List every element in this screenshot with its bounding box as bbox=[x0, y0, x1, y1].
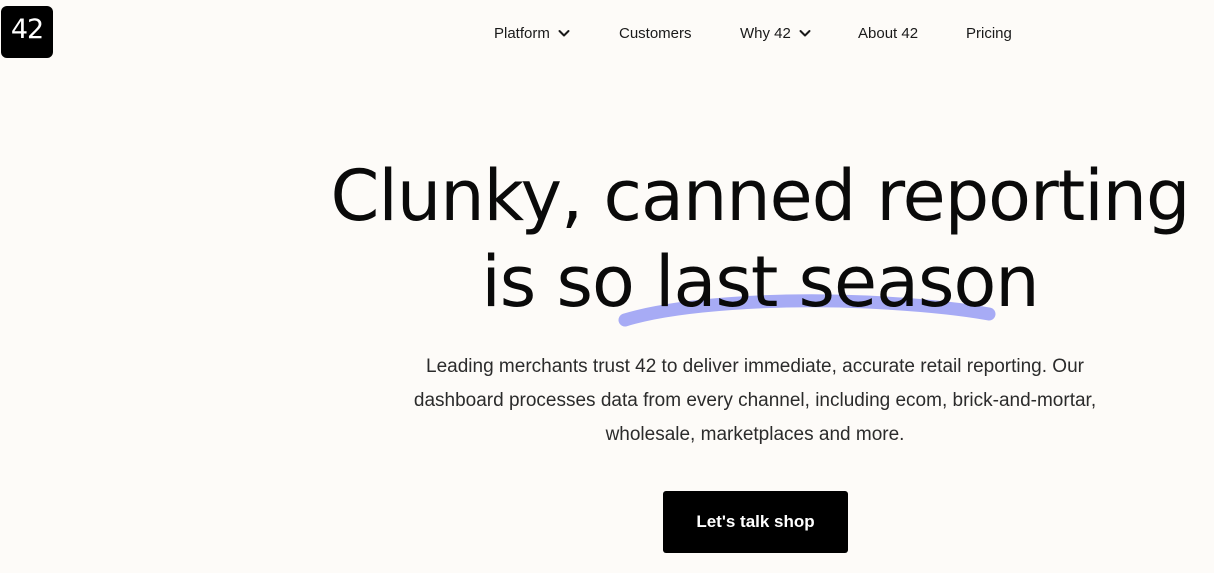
nav-item-label: About 42 bbox=[858, 24, 919, 42]
chevron-down-icon bbox=[798, 26, 812, 40]
hero-headline: Clunky, canned reporting is so last seas… bbox=[220, 153, 1214, 325]
headline-line-1: Clunky, canned reporting bbox=[330, 155, 1191, 237]
chevron-down-icon bbox=[557, 26, 571, 40]
nav-item-platform[interactable]: Platform bbox=[494, 22, 571, 44]
nav-item-label: Customers bbox=[619, 24, 692, 42]
nav-item-label: Why 42 bbox=[740, 24, 791, 42]
brand-logo[interactable]: 42 bbox=[1, 6, 53, 58]
lets-talk-shop-button[interactable]: Let's talk shop bbox=[663, 491, 848, 553]
headline-line-2: is so last season bbox=[481, 241, 1039, 323]
nav-item-label: Pricing bbox=[966, 24, 1012, 42]
logo-text: 42 bbox=[10, 13, 44, 45]
nav-item-customers[interactable]: Customers bbox=[619, 22, 692, 44]
nav-item-about-42[interactable]: About 42 bbox=[858, 22, 918, 44]
hero-subtext: Leading merchants trust 42 to deliver im… bbox=[413, 356, 1097, 445]
nav-item-label: Platform bbox=[494, 24, 550, 42]
nav-item-why-42[interactable]: Why 42 bbox=[740, 22, 812, 44]
nav-item-pricing[interactable]: Pricing bbox=[966, 22, 1012, 44]
